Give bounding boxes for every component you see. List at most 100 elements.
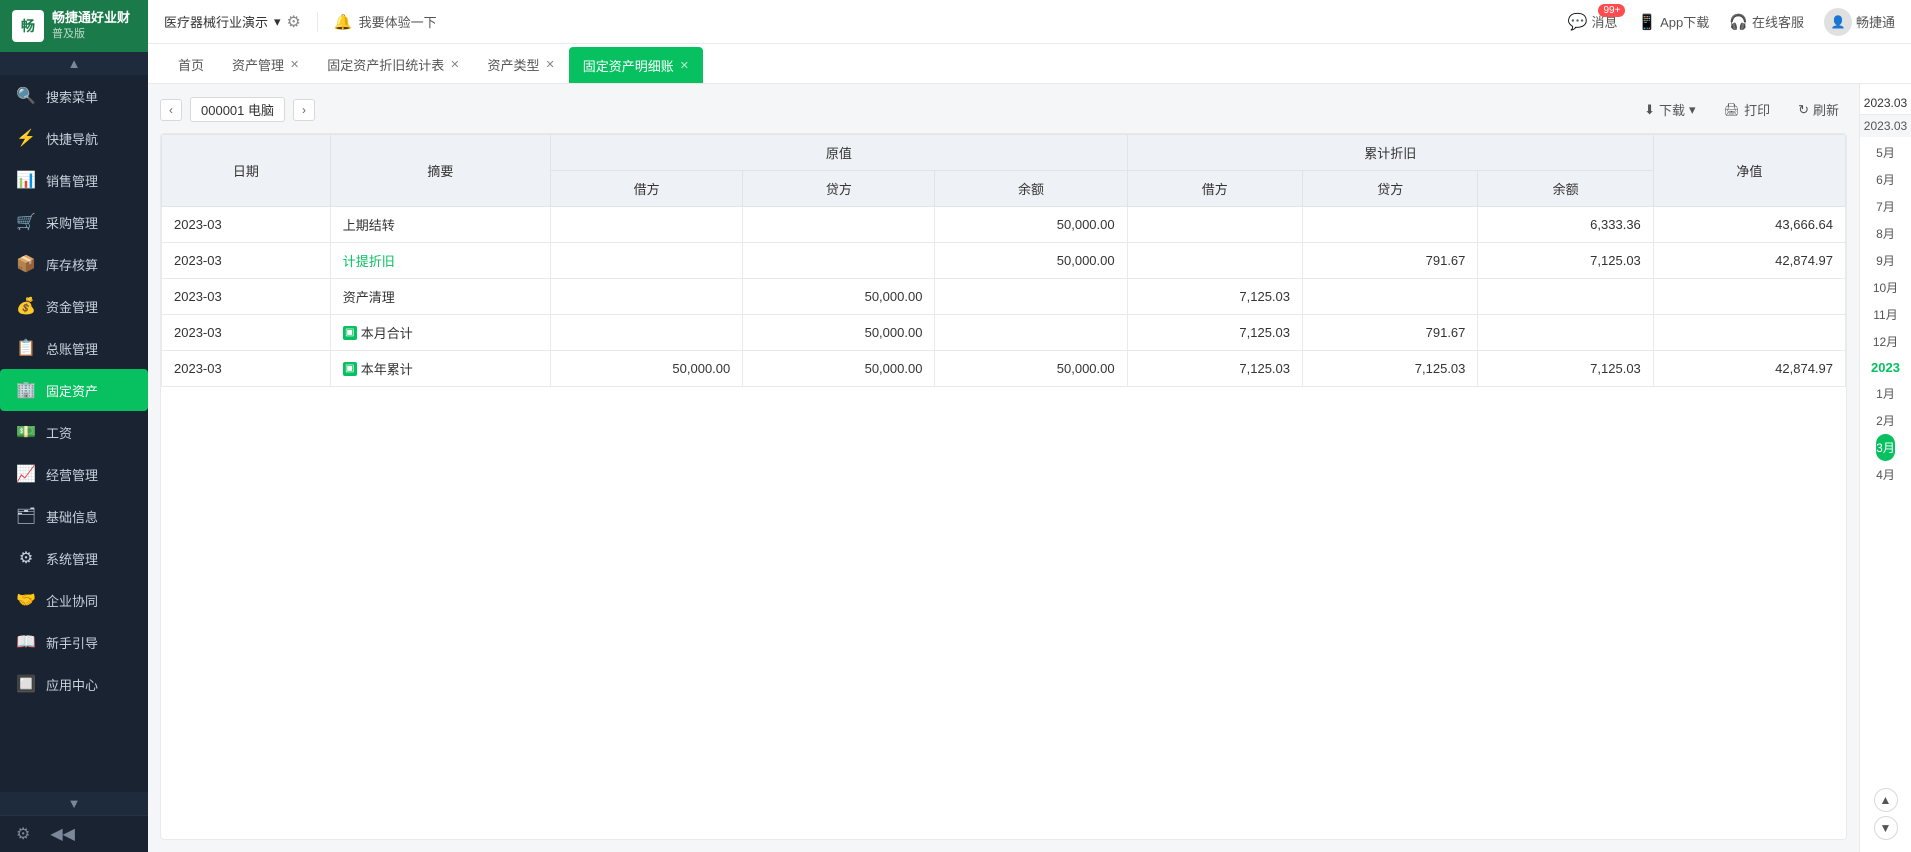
table-row: 2023-03资产清理50,000.007,125.03 <box>162 279 1846 315</box>
panel-month[interactable]: 9月 <box>1873 247 1898 274</box>
user-btn[interactable]: 👤 畅捷通 <box>1824 8 1895 36</box>
refresh-btn[interactable]: ↻ 刷新 <box>1790 96 1847 123</box>
topbar-divider <box>317 12 318 32</box>
sidebar-item-funds[interactable]: 💰 资金管理 <box>0 285 148 327</box>
sidebar-item-basic[interactable]: 🗂 基础信息 <box>0 495 148 537</box>
basic-icon: 🗂 <box>16 506 36 526</box>
panel-month[interactable]: 1月 <box>1872 380 1899 407</box>
sidebar-item-ledger[interactable]: 📋 总账管理 <box>0 327 148 369</box>
sidebar-item-ops[interactable]: 📈 经营管理 <box>0 453 148 495</box>
sidebar-item-inventory[interactable]: 📦 库存核算 <box>0 243 148 285</box>
sidebar-scroll-down[interactable]: ▼ <box>0 792 148 815</box>
company-selector[interactable]: 医疗器械行业演示 ▾ ⚙ <box>164 12 301 32</box>
tab-home[interactable]: 首页 <box>164 47 218 83</box>
col-ad-credit: 贷方 <box>1303 171 1478 207</box>
panel-nav-up[interactable]: ▲ <box>1874 788 1898 812</box>
table-row: 2023-03▣本月合计50,000.007,125.03791.67 <box>162 315 1846 351</box>
data-table: 日期 摘要 原值 累计折旧 净值 借方 贷方 余额 借方 贷方 余额 <box>161 134 1846 387</box>
panel-month[interactable]: 4月 <box>1872 461 1899 488</box>
table-cell: 2023-03 <box>162 207 331 243</box>
badge-icon: ▣ <box>343 362 357 376</box>
panel-month[interactable]: 8月 <box>1873 220 1898 247</box>
panel-month[interactable]: 3月 <box>1876 434 1895 461</box>
messages-btn[interactable]: 💬 消息 99+ <box>1568 12 1618 32</box>
tab-close-asset-type[interactable]: ✕ <box>546 58 555 71</box>
topbar-right: 💬 消息 99+ 📱 App下载 🎧 在线客服 👤 畅捷通 <box>1568 8 1895 36</box>
tab-depreciation-table[interactable]: 固定资产折旧统计表 ✕ <box>313 47 473 83</box>
next-asset-btn[interactable]: › <box>293 99 315 121</box>
table-cell: 2023-03 <box>162 243 331 279</box>
panel-month[interactable]: 12月 <box>1873 328 1898 355</box>
download-btn[interactable]: ⬇ 下载 ▾ <box>1636 96 1703 123</box>
panel-month[interactable]: 6月 <box>1873 166 1898 193</box>
customer-service-btn[interactable]: 🎧 在线客服 <box>1729 12 1804 31</box>
panel-month[interactable]: 10月 <box>1873 274 1898 301</box>
table-cell: 2023-03 <box>162 351 331 387</box>
tab-asset-mgmt[interactable]: 资产管理 ✕ <box>218 47 313 83</box>
sidebar-item-search[interactable]: 🔍 搜索菜单 <box>0 75 148 117</box>
panel-month[interactable]: 2月 <box>1872 407 1899 434</box>
table-cell: 7,125.03 <box>1478 243 1653 279</box>
table-cell: 50,000.00 <box>935 351 1127 387</box>
collapse-icon[interactable]: ◀◀ <box>50 824 75 844</box>
messages-icon: 💬 <box>1568 12 1588 32</box>
table-cell: 50,000.00 <box>935 207 1127 243</box>
sidebar-item-purchase[interactable]: 🛒 采购管理 <box>0 201 148 243</box>
sidebar-bottom: ⚙ ◀◀ <box>0 815 148 852</box>
settings-btn-icon[interactable]: ⚙ <box>287 12 301 32</box>
sidebar-item-app-center[interactable]: 🔲 应用中心 <box>0 663 148 705</box>
asset-nav: ‹ 000001 电脑 › ⬇ 下载 ▾ 🖨 打印 <box>160 96 1847 123</box>
prev-icon: ‹ <box>169 103 173 117</box>
table-cell <box>743 243 935 279</box>
col-summary: 摘要 <box>330 135 550 207</box>
sidebar-item-salary[interactable]: 💵 工资 <box>0 411 148 453</box>
col-ov-balance: 余额 <box>935 171 1127 207</box>
tab-asset-type[interactable]: 资产类型 ✕ <box>473 47 568 83</box>
sidebar-item-corp[interactable]: 🤝 企业协同 <box>0 579 148 621</box>
sidebar-item-system[interactable]: ⚙ 系统管理 <box>0 537 148 579</box>
experience-btn[interactable]: 🔔 我要体验一下 <box>334 12 437 31</box>
table-cell <box>1478 279 1653 315</box>
right-date-panel: 2023.03 2023.03 5月6月7月8月9月10月11月12月 2023… <box>1859 84 1911 852</box>
prev-asset-btn[interactable]: ‹ <box>160 99 182 121</box>
table-cell: 6,333.36 <box>1478 207 1653 243</box>
sidebar-item-quick-nav[interactable]: ⚡ 快捷导航 <box>0 117 148 159</box>
settings-icon[interactable]: ⚙ <box>16 824 30 844</box>
summary-cell: ▣本年累计 <box>330 351 550 387</box>
table-cell <box>743 207 935 243</box>
col-date: 日期 <box>162 135 331 207</box>
experience-icon: 🔔 <box>334 13 353 31</box>
panel-month[interactable]: 7月 <box>1873 193 1898 220</box>
sidebar-item-sales[interactable]: 📊 销售管理 <box>0 159 148 201</box>
tab-close-asset-detail[interactable]: ✕ <box>680 59 689 72</box>
logo-icon: 畅 <box>12 10 44 42</box>
sidebar-item-fixed-assets[interactable]: 🏢 固定资产 <box>0 369 148 411</box>
panel-month[interactable]: 5月 <box>1873 139 1898 166</box>
sidebar-logo: 畅 畅捷通好业财 普及版 <box>0 0 148 52</box>
sidebar-scroll-up[interactable]: ▲ <box>0 52 148 75</box>
print-icon: 🖨 <box>1724 102 1741 118</box>
print-btn[interactable]: 🖨 打印 <box>1716 96 1779 123</box>
panel-nav-down[interactable]: ▼ <box>1874 816 1898 840</box>
col-ov-debit: 借方 <box>551 171 743 207</box>
corp-icon: 🤝 <box>16 590 36 610</box>
tabbar: 首页 资产管理 ✕ 固定资产折旧统计表 ✕ 资产类型 ✕ 固定资产明细账 ✕ <box>148 44 1911 84</box>
summary-cell: ▣本月合计 <box>330 315 550 351</box>
content-area: ‹ 000001 电脑 › ⬇ 下载 ▾ 🖨 打印 <box>148 84 1911 852</box>
app-download-btn[interactable]: 📱 App下载 <box>1637 12 1709 31</box>
system-icon: ⚙ <box>16 548 36 568</box>
sidebar-item-guide[interactable]: 📖 新手引导 <box>0 621 148 663</box>
sidebar: 畅 畅捷通好业财 普及版 ▲ 🔍 搜索菜单 ⚡ 快捷导航 📊 销售管理 🛒 采购… <box>0 0 148 852</box>
tab-close-depreciation-table[interactable]: ✕ <box>450 58 459 71</box>
table-cell <box>551 279 743 315</box>
panel-month[interactable]: 11月 <box>1873 301 1898 328</box>
table-cell <box>1303 207 1478 243</box>
summary-cell: 资产清理 <box>330 279 550 315</box>
table-cell <box>1127 243 1302 279</box>
table-cell <box>1478 315 1653 351</box>
table-cell: 43,666.64 <box>1653 207 1845 243</box>
summary-cell[interactable]: 计提折旧 <box>330 243 550 279</box>
customer-service-icon: 🎧 <box>1729 13 1748 31</box>
tab-close-asset-mgmt[interactable]: ✕ <box>290 58 299 71</box>
tab-asset-detail[interactable]: 固定资产明细账 ✕ <box>569 47 703 83</box>
